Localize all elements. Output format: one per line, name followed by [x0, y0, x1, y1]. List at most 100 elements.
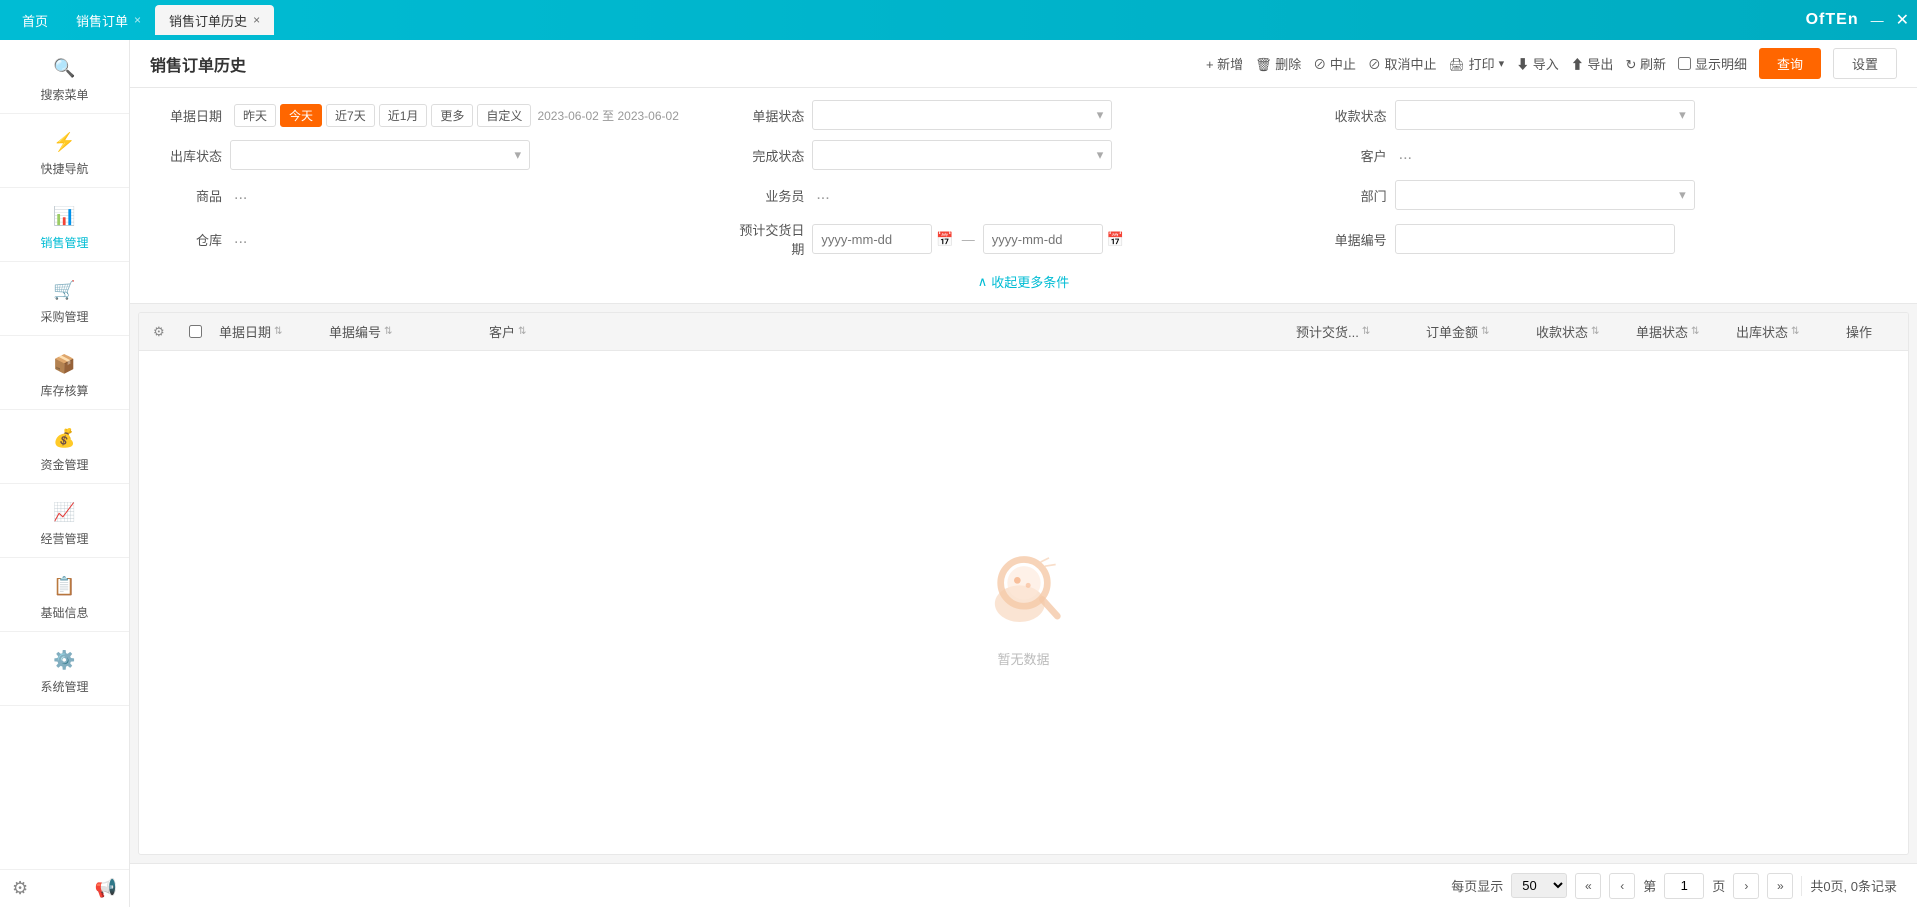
tab-home[interactable]: 首页	[8, 5, 62, 35]
filter-col-docdate: 单据日期 昨天 今天 近7天 近1月 更多 自定义 2023-06-02 至 2…	[150, 104, 732, 127]
cancel-stop-btn[interactable]: ⊘ 取消中止	[1368, 54, 1437, 73]
sidebar-item-finance-label: 资金管理	[40, 456, 88, 473]
page-size-select[interactable]: 50 10 20 100	[1511, 873, 1567, 898]
stop-btn[interactable]: ⊘ 中止	[1313, 54, 1356, 73]
filter-col-warehouse: 仓库 ...	[150, 230, 732, 249]
sidebar-item-operations[interactable]: 📈 经营管理	[0, 484, 129, 558]
department-select[interactable]: ▾	[1395, 180, 1695, 210]
goods-dots[interactable]: ...	[230, 186, 251, 204]
tab-sales-order-history-close[interactable]: ×	[253, 13, 260, 27]
th-stock-out-status[interactable]: 出库状态 ⇅	[1730, 322, 1840, 341]
purchase-mgmt-icon: 🛒	[51, 276, 79, 304]
last-page-btn[interactable]: »	[1767, 873, 1793, 899]
complete-status-select[interactable]: ▾	[812, 140, 1112, 170]
sidebar-item-base-info[interactable]: 📋 基础信息	[0, 558, 129, 632]
brand-text: OfTEn	[1806, 11, 1859, 29]
date-more-btn[interactable]: 更多	[431, 104, 473, 127]
expected-delivery-from[interactable]	[812, 224, 932, 254]
import-btn[interactable]: ⬇ 导入	[1516, 54, 1559, 73]
th-checkbox[interactable]	[183, 325, 213, 338]
calendar-from-icon[interactable]: 📅	[936, 231, 953, 248]
export-btn[interactable]: ⬆ 导出	[1571, 54, 1614, 73]
th-expected-delivery[interactable]: 预计交货... ⇅	[1290, 322, 1420, 341]
sidebar-item-sales-mgmt[interactable]: 📊 销售管理	[0, 188, 129, 262]
date-7days-btn[interactable]: 近7天	[326, 104, 375, 127]
sidebar-item-inventory-label: 库存核算	[40, 382, 88, 399]
th-doc-status[interactable]: 单据状态 ⇅	[1630, 322, 1730, 341]
payment-status-label: 收款状态	[1315, 106, 1395, 125]
stock-out-select[interactable]: ▾	[230, 140, 530, 170]
th-doc-no[interactable]: 单据编号 ⇅	[323, 322, 483, 341]
tab-sales-order[interactable]: 销售订单 ×	[62, 5, 155, 35]
query-button[interactable]: 查询	[1759, 48, 1821, 79]
top-bar: 首页 销售订单 × 销售订单历史 × OfTEn — ✕	[0, 0, 1917, 40]
date-range-text: 2023-06-02 至 2023-06-02	[537, 107, 678, 124]
date-quick-btns: 昨天 今天 近7天 近1月 更多 自定义	[234, 104, 531, 127]
doc-status-select[interactable]: ▾	[812, 100, 1112, 130]
collapse-up-icon: ∧	[978, 274, 988, 290]
date-1month-btn[interactable]: 近1月	[379, 104, 428, 127]
sidebar-item-quick-nav[interactable]: ⚡ 快捷导航	[0, 114, 129, 188]
date-yesterday-btn[interactable]: 昨天	[234, 104, 276, 127]
goods-label: 商品	[150, 186, 230, 205]
set-button[interactable]: 设置	[1833, 48, 1897, 79]
expected-delivery-to[interactable]	[983, 224, 1103, 254]
sidebar-item-system[interactable]: ⚙️ 系统管理	[0, 632, 129, 706]
collapse-row[interactable]: ∧ 收起更多条件	[150, 268, 1897, 291]
th-order-amount[interactable]: 订单金额 ⇅	[1420, 322, 1530, 341]
sidebar-item-purchase-mgmt[interactable]: 🛒 采购管理	[0, 262, 129, 336]
th-customer-label: 客户	[489, 322, 515, 341]
print-btn[interactable]: 🖨 打印	[1449, 54, 1505, 73]
show-detail-checkbox[interactable]: 显示明细	[1678, 54, 1747, 73]
sidebar-item-operations-label: 经营管理	[40, 530, 88, 547]
th-payment-status-label: 收款状态	[1536, 322, 1588, 341]
next-page-btn[interactable]: ›	[1733, 873, 1759, 899]
refresh-btn[interactable]: ↻ 刷新	[1625, 54, 1666, 73]
tab-sales-order-close[interactable]: ×	[134, 13, 141, 27]
page-number-input[interactable]	[1664, 873, 1704, 899]
show-detail-check[interactable]	[1678, 57, 1691, 70]
sidebar-item-finance[interactable]: 💰 资金管理	[0, 410, 129, 484]
search-menu-icon: 🔍	[51, 54, 79, 82]
page-label: 页	[1712, 876, 1725, 895]
tab-sales-order-history[interactable]: 销售订单历史 ×	[155, 5, 274, 35]
th-settings[interactable]: ⚙	[147, 324, 183, 340]
empty-icon	[974, 537, 1074, 637]
sidebar-item-system-label: 系统管理	[40, 678, 88, 695]
select-all-checkbox[interactable]	[189, 325, 202, 338]
filter-col-docstatus: 单据状态 ▾	[732, 100, 1314, 130]
th-amount-sort: ⇅	[1481, 326, 1489, 337]
operations-icon: 📈	[51, 498, 79, 526]
calendar-to-icon[interactable]: 📅	[1107, 231, 1124, 248]
department-label: 部门	[1315, 186, 1395, 205]
new-btn[interactable]: + 新增	[1206, 54, 1243, 73]
payment-status-select[interactable]: ▾	[1395, 100, 1695, 130]
sidebar-speaker-icon[interactable]: 📢	[95, 878, 117, 899]
doc-status-label: 单据状态	[732, 106, 812, 125]
sidebar-settings-icon[interactable]: ⚙	[12, 878, 28, 899]
topbar-minimize[interactable]: —	[1871, 13, 1884, 28]
th-doc-date[interactable]: 单据日期 ⇅	[213, 322, 323, 341]
warehouse-label: 仓库	[150, 230, 230, 249]
date-today-btn[interactable]: 今天	[280, 104, 322, 127]
system-icon: ⚙️	[51, 646, 79, 674]
th-payment-status[interactable]: 收款状态 ⇅	[1530, 322, 1630, 341]
sidebar-item-inventory[interactable]: 📦 库存核算	[0, 336, 129, 410]
customer-dots[interactable]: ...	[1395, 146, 1416, 164]
filter-col-customer: 客户 ...	[1315, 146, 1897, 165]
th-customer[interactable]: 客户 ⇅	[483, 322, 1290, 341]
salesperson-dots[interactable]: ...	[812, 186, 833, 204]
sidebar-item-search-menu[interactable]: 🔍 搜索菜单	[0, 40, 129, 114]
warehouse-dots[interactable]: ...	[230, 230, 251, 248]
filter-col-expected-delivery: 预计交货日期 📅 — 📅	[732, 220, 1314, 258]
topbar-close[interactable]: ✕	[1896, 10, 1909, 30]
page-title: 销售订单历史	[150, 52, 246, 76]
th-stock-status-label: 出库状态	[1736, 322, 1788, 341]
first-page-btn[interactable]: «	[1575, 873, 1601, 899]
delete-btn[interactable]: 🗑 删除	[1255, 54, 1301, 73]
main-layout: 🔍 搜索菜单 ⚡ 快捷导航 📊 销售管理 🛒 采购管理 📦 库存核算 💰 资金管…	[0, 40, 1917, 907]
doc-no-input[interactable]	[1395, 224, 1675, 254]
prev-page-btn[interactable]: ‹	[1609, 873, 1635, 899]
doc-date-label: 单据日期	[150, 106, 230, 125]
date-custom-btn[interactable]: 自定义	[477, 104, 531, 127]
